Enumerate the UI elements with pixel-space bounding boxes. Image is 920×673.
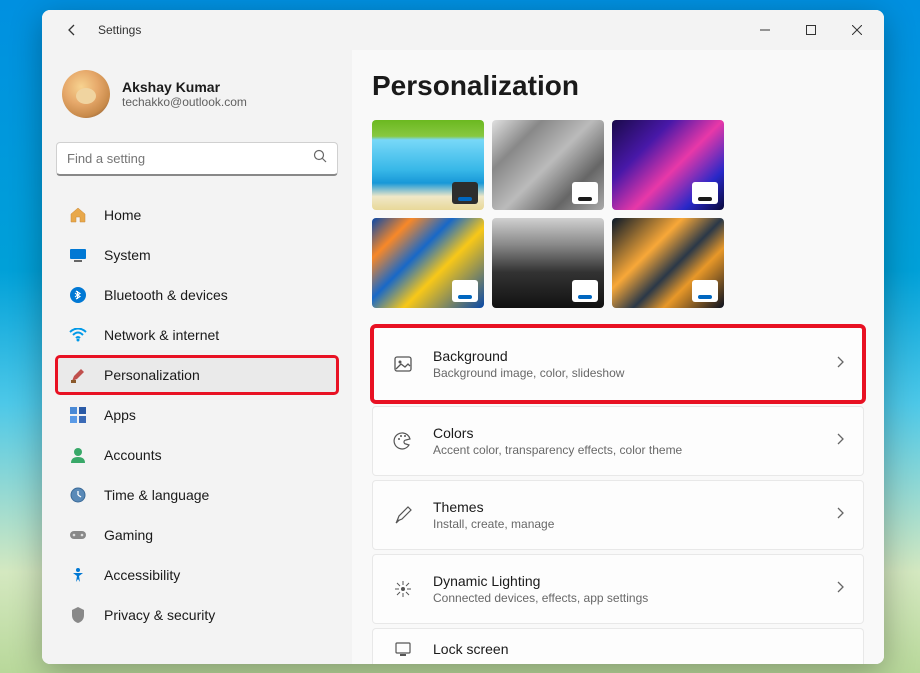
setting-subtitle: Background image, color, slideshow	[433, 366, 835, 380]
titlebar: Settings	[42, 10, 884, 50]
minimize-button[interactable]	[742, 15, 788, 45]
system-icon	[68, 245, 88, 265]
theme-neon[interactable]	[612, 120, 724, 210]
window-title: Settings	[98, 23, 141, 37]
sidebar-item-label: System	[104, 247, 151, 263]
sidebar-item-network[interactable]: Network & internet	[56, 316, 338, 354]
setting-subtitle: Connected devices, effects, app settings	[433, 591, 835, 605]
wifi-icon	[68, 325, 88, 345]
sidebar-item-personalization[interactable]: Personalization	[56, 356, 338, 394]
main-content: Personalization	[352, 50, 884, 664]
accessibility-icon	[68, 565, 88, 585]
maximize-button[interactable]	[788, 15, 834, 45]
setting-row-background[interactable]: Background Background image, color, slid…	[372, 326, 864, 402]
sidebar-item-label: Network & internet	[104, 327, 219, 343]
setting-title: Background	[433, 348, 835, 364]
sidebar-item-time[interactable]: Time & language	[56, 476, 338, 514]
setting-subtitle: Install, create, manage	[433, 517, 835, 531]
window-body: Akshay Kumar techakko@outlook.com Home	[42, 50, 884, 664]
sidebar-item-label: Gaming	[104, 527, 153, 543]
sidebar-item-apps[interactable]: Apps	[56, 396, 338, 434]
brush-icon	[391, 503, 415, 527]
picture-icon	[391, 352, 415, 376]
sidebar-item-privacy[interactable]: Privacy & security	[56, 596, 338, 634]
setting-title: Colors	[433, 425, 835, 441]
gaming-icon	[68, 525, 88, 545]
search-box[interactable]	[56, 142, 338, 176]
sparkle-icon	[391, 577, 415, 601]
sidebar-item-system[interactable]: System	[56, 236, 338, 274]
theme-dark[interactable]	[492, 218, 604, 308]
back-button[interactable]	[56, 14, 88, 46]
settings-window: Settings Akshay Kumar techakko@outlook.c…	[42, 10, 884, 664]
sidebar-item-label: Accounts	[104, 447, 162, 463]
sidebar-item-label: Accessibility	[104, 567, 180, 583]
chevron-right-icon	[835, 432, 845, 451]
sidebar-item-label: Privacy & security	[104, 607, 215, 623]
theme-cubes[interactable]	[492, 120, 604, 210]
theme-beach[interactable]	[372, 120, 484, 210]
apps-icon	[68, 405, 88, 425]
chevron-right-icon	[835, 506, 845, 525]
setting-row-dynamic-lighting[interactable]: Dynamic Lighting Connected devices, effe…	[372, 554, 864, 624]
theme-reef[interactable]	[372, 218, 484, 308]
paintbrush-icon	[68, 365, 88, 385]
close-button[interactable]	[834, 15, 880, 45]
user-name: Akshay Kumar	[122, 79, 247, 95]
setting-subtitle: Accent color, transparency effects, colo…	[433, 443, 835, 457]
setting-title: Lock screen	[433, 641, 845, 657]
setting-row-colors[interactable]: Colors Accent color, transparency effect…	[372, 406, 864, 476]
sidebar-item-bluetooth[interactable]: Bluetooth & devices	[56, 276, 338, 314]
bluetooth-icon	[68, 285, 88, 305]
themes-grid	[372, 120, 864, 308]
setting-row-themes[interactable]: Themes Install, create, manage	[372, 480, 864, 550]
sidebar-item-accounts[interactable]: Accounts	[56, 436, 338, 474]
lock-icon	[391, 637, 415, 661]
shield-icon	[68, 605, 88, 625]
avatar	[62, 70, 110, 118]
sidebar-item-label: Personalization	[104, 367, 200, 383]
page-title: Personalization	[372, 70, 864, 102]
home-icon	[68, 205, 88, 225]
sidebar-item-label: Bluetooth & devices	[104, 287, 228, 303]
palette-icon	[391, 429, 415, 453]
sidebar: Akshay Kumar techakko@outlook.com Home	[42, 50, 352, 664]
user-email: techakko@outlook.com	[122, 95, 247, 109]
search-input[interactable]	[67, 151, 313, 166]
sidebar-item-label: Home	[104, 207, 141, 223]
sidebar-item-gaming[interactable]: Gaming	[56, 516, 338, 554]
sidebar-item-accessibility[interactable]: Accessibility	[56, 556, 338, 594]
chevron-right-icon	[835, 355, 845, 374]
clock-icon	[68, 485, 88, 505]
setting-title: Dynamic Lighting	[433, 573, 835, 589]
sidebar-item-label: Time & language	[104, 487, 209, 503]
sidebar-item-home[interactable]: Home	[56, 196, 338, 234]
accounts-icon	[68, 445, 88, 465]
user-block[interactable]: Akshay Kumar techakko@outlook.com	[56, 60, 338, 134]
sidebar-item-label: Apps	[104, 407, 136, 423]
chevron-right-icon	[835, 580, 845, 599]
theme-space[interactable]	[612, 218, 724, 308]
setting-title: Themes	[433, 499, 835, 515]
search-icon	[313, 149, 327, 168]
setting-row-lock-screen[interactable]: Lock screen	[372, 628, 864, 664]
